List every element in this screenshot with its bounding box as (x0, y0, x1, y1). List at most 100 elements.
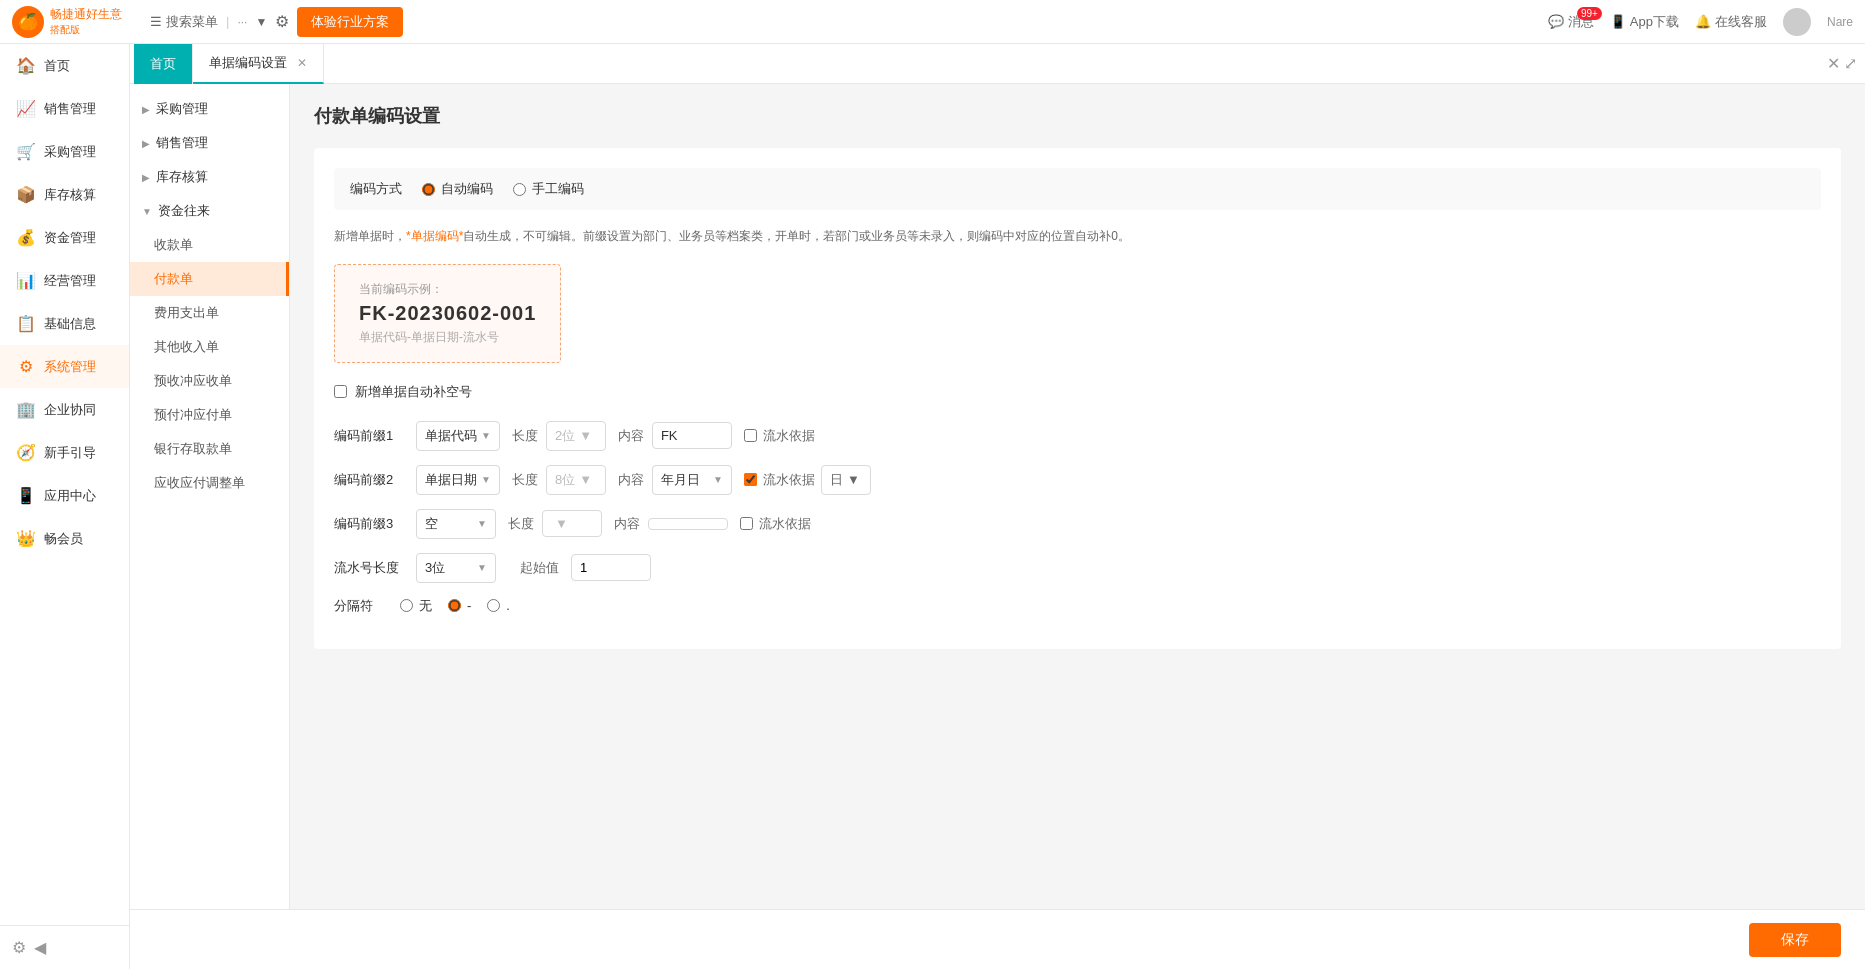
sep-none-label: 无 (419, 597, 432, 615)
sidebar-item-apps[interactable]: 📱 应用中心 (0, 474, 129, 517)
sub-item-expense[interactable]: 费用支出单 (130, 296, 289, 330)
sub-item-prepay-pay[interactable]: 预付冲应付单 (130, 398, 289, 432)
prefix2-stream-checkbox[interactable] (744, 473, 757, 486)
serial-length-select[interactable]: 3位 ▼ (416, 553, 496, 583)
radio-auto-encode[interactable]: 自动编码 (422, 180, 493, 198)
trial-btn[interactable]: 体验行业方案 (297, 7, 403, 37)
header-dropdown-btn[interactable]: ▼ (255, 15, 267, 29)
content-area: 首页 单据编码设置 ✕ ✕ ⤢ ▶ 采购管理 ▶ 销售管理 (130, 44, 1865, 969)
header-gear-btn[interactable]: ⚙ (275, 12, 289, 31)
prefix3-label: 编码前缀3 (334, 515, 404, 533)
prefix1-select[interactable]: 单据代码 ▼ (416, 421, 500, 451)
radio-auto-encode-input[interactable] (422, 183, 435, 196)
sub-item-payable-adjust[interactable]: 应收应付调整单 (130, 466, 289, 500)
prefix2-length: 长度 8位 ▼ (512, 465, 606, 495)
radio-manual-encode-input[interactable] (513, 183, 526, 196)
start-value-label: 起始值 (520, 559, 559, 577)
prefix2-stream-select-value: 日 (830, 471, 843, 489)
finance-icon: 💰 (16, 228, 36, 247)
sidebar-settings-btn[interactable]: ⚙ (12, 938, 26, 957)
tab-close-all-btn[interactable]: ✕ (1827, 54, 1840, 73)
sub-group-inventory[interactable]: ▶ 库存核算 (130, 160, 289, 194)
sep-none[interactable]: 无 (400, 597, 432, 615)
sidebar-item-system[interactable]: ⚙ 系统管理 (0, 345, 129, 388)
sub-item-receipt[interactable]: 收款单 (130, 228, 289, 262)
prefix1-stream-checkbox[interactable] (744, 429, 757, 442)
sep-dot-radio[interactable] (487, 599, 500, 612)
auto-fill-label: 新增单据自动补空号 (355, 383, 472, 401)
header-left: 🍊 畅捷通好生意 搭配版 ☰ 搜索菜单 | ··· ▼ ⚙ 体验行业方案 (12, 6, 403, 38)
base-info-icon: 📋 (16, 314, 36, 333)
main-wrapper: 🏠 首页 📈 销售管理 🛒 采购管理 📦 库存核算 💰 资金管理 📊 经营管理 … (0, 0, 1865, 969)
tab-serial-setting[interactable]: 单据编码设置 ✕ (193, 44, 324, 84)
prefix2-length-select[interactable]: 8位 ▼ (546, 465, 606, 495)
sidebar-item-finance[interactable]: 💰 资金管理 (0, 216, 129, 259)
sub-item-payment[interactable]: 付款单 (130, 262, 289, 296)
sidebar-item-operations[interactable]: 📊 经营管理 (0, 259, 129, 302)
sep-none-radio[interactable] (400, 599, 413, 612)
message-btn[interactable]: 💬 消息 99+ (1548, 13, 1594, 31)
prefix2-select[interactable]: 单据日期 ▼ (416, 465, 500, 495)
sidebar-item-members[interactable]: 👑 畅会员 (0, 517, 129, 560)
sidebar-item-home[interactable]: 🏠 首页 (0, 44, 129, 87)
sep-dash-label: - (467, 598, 471, 613)
sub-item-bank[interactable]: 银行存取款单 (130, 432, 289, 466)
auto-fill-checkbox[interactable] (334, 385, 347, 398)
online-service-btn[interactable]: 🔔 在线客服 (1695, 13, 1767, 31)
sidebar-label-inventory: 库存核算 (44, 186, 96, 204)
serial-label: 流水号长度 (334, 559, 404, 577)
user-name: Nare (1827, 15, 1853, 29)
sub-group-purchase-label: 采购管理 (156, 100, 208, 118)
search-menu-btn[interactable]: ☰ 搜索菜单 (150, 13, 218, 31)
start-value-input[interactable] (571, 554, 651, 581)
tab-restore-btn[interactable]: ⤢ (1844, 54, 1857, 73)
tab-home[interactable]: 首页 (134, 44, 193, 84)
sub-item-prepay-recv[interactable]: 预收冲应收单 (130, 364, 289, 398)
sep-dot[interactable]: . (487, 598, 510, 613)
download-icon: 📱 (1610, 14, 1626, 29)
purchase-icon: 🛒 (16, 142, 36, 161)
serial-row: 流水号长度 3位 ▼ 起始值 (334, 553, 1821, 583)
prefix3-content-value (648, 518, 728, 530)
prefix2-content-select[interactable]: 年月日 ▼ (652, 465, 732, 495)
sidebar-label-enterprise: 企业协同 (44, 401, 96, 419)
prefix1-length: 长度 2位 ▼ (512, 421, 606, 451)
save-btn[interactable]: 保存 (1749, 923, 1841, 957)
sidebar-label-purchase: 采购管理 (44, 143, 96, 161)
sep-dash[interactable]: - (448, 598, 471, 613)
prefix1-stream-label: 流水依据 (763, 427, 815, 445)
prefix1-select-value: 单据代码 (425, 427, 477, 445)
sidebar-item-enterprise[interactable]: 🏢 企业协同 (0, 388, 129, 431)
sub-group-purchase[interactable]: ▶ 采购管理 (130, 92, 289, 126)
prefix2-stream: 流水依据 日 ▼ (744, 465, 871, 495)
sub-group-sales-label: 销售管理 (156, 134, 208, 152)
app-download-btn[interactable]: 📱 App下载 (1610, 13, 1679, 31)
prefix3-select-value: 空 (425, 515, 438, 533)
prefix1-length-select[interactable]: 2位 ▼ (546, 421, 606, 451)
sidebar-label-members: 畅会员 (44, 530, 83, 548)
sub-group-inventory-label: 库存核算 (156, 168, 208, 186)
prefix2-stream-select[interactable]: 日 ▼ (821, 465, 871, 495)
sidebar-label-system: 系统管理 (44, 358, 96, 376)
prefix3-select[interactable]: 空 ▼ (416, 509, 496, 539)
sidebar-item-base-info[interactable]: 📋 基础信息 (0, 302, 129, 345)
sep-dash-radio[interactable] (448, 599, 461, 612)
radio-manual-encode[interactable]: 手工编码 (513, 180, 584, 198)
prefix3-length-select[interactable]: ▼ (542, 510, 602, 537)
sidebar-collapse-btn[interactable]: ◀ (34, 938, 46, 957)
sidebar: 🏠 首页 📈 销售管理 🛒 采购管理 📦 库存核算 💰 资金管理 📊 经营管理 … (0, 44, 130, 969)
sidebar-item-inventory[interactable]: 📦 库存核算 (0, 173, 129, 216)
sub-group-capital[interactable]: ▼ 资金往来 (130, 194, 289, 228)
sidebar-item-guide[interactable]: 🧭 新手引导 (0, 431, 129, 474)
prefix3-stream-checkbox[interactable] (740, 517, 753, 530)
user-avatar[interactable] (1783, 8, 1811, 36)
prefix2-content: 内容 年月日 ▼ (618, 465, 732, 495)
sub-item-other-income[interactable]: 其他收入单 (130, 330, 289, 364)
sidebar-item-sales[interactable]: 📈 销售管理 (0, 87, 129, 130)
prefix2-length-value: 8位 (555, 471, 575, 489)
tab-bar-actions: ✕ ⤢ (1827, 54, 1865, 73)
inner-content: ▶ 采购管理 ▶ 销售管理 ▶ 库存核算 ▼ 资金往来 收款单 付款单 费用支出… (130, 84, 1865, 909)
tab-close-btn[interactable]: ✕ (297, 56, 307, 70)
sidebar-item-purchase[interactable]: 🛒 采购管理 (0, 130, 129, 173)
sub-group-sales[interactable]: ▶ 销售管理 (130, 126, 289, 160)
